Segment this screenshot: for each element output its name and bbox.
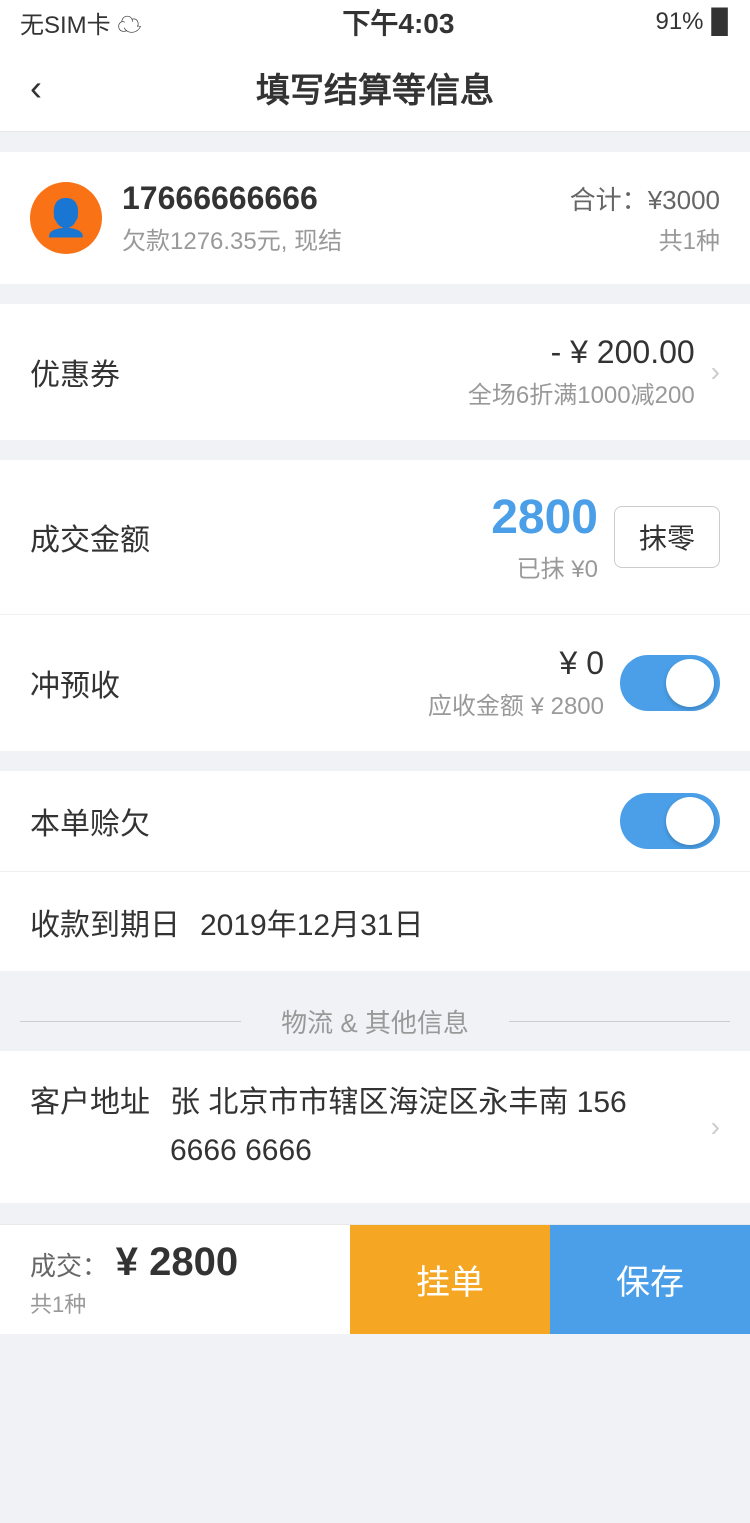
chong-value: ¥ 0: [428, 645, 604, 682]
customer-sub-info: 欠款1276.35元, 现结: [122, 221, 342, 256]
nav-bar: ‹ 填写结算等信息: [0, 44, 750, 132]
amount-value-wrap: 2800 已抹 ¥0: [491, 490, 598, 584]
round-off-button[interactable]: 抹零: [614, 506, 720, 568]
address-section[interactable]: 客户地址 张 北京市市辖区海淀区永丰南 156 6666 6666 ›: [0, 1051, 750, 1203]
status-right: 91% ▉: [655, 8, 730, 37]
bottom-label: 成交： ¥ 2800: [30, 1240, 320, 1285]
amount-sub: 已抹 ¥0: [491, 549, 598, 584]
address-value: 张 北京市市辖区海淀区永丰南 156 6666 6666: [170, 1079, 691, 1175]
coupon-chevron-icon: ›: [711, 356, 720, 388]
chong-toggle[interactable]: [620, 655, 720, 711]
status-time: 下午4:03: [342, 2, 454, 42]
bendi-label: 本单赊欠: [30, 799, 150, 843]
chong-label: 冲预收: [30, 661, 120, 705]
logistics-divider: 物流 & 其他信息: [0, 991, 750, 1051]
customer-right: 合计：¥3000 共1种: [570, 180, 720, 256]
amount-right: 2800 已抹 ¥0 抹零: [491, 490, 720, 584]
customer-info: 17666666666 欠款1276.35元, 现结: [122, 180, 342, 256]
coupon-right: - ¥ 200.00 全场6折满1000减200 ›: [468, 334, 720, 410]
page-title: 填写结算等信息: [256, 63, 494, 112]
bottom-buttons: 挂单 保存: [350, 1225, 750, 1334]
due-date-value: 2019年12月31日: [200, 900, 423, 944]
avatar-icon: 👤: [44, 197, 89, 239]
chong-sub: 应收金额 ¥ 2800: [428, 686, 604, 721]
coupon-row[interactable]: 优惠券 - ¥ 200.00 全场6折满1000减200 ›: [0, 304, 750, 440]
chong-row: 冲预收 ¥ 0 应收金额 ¥ 2800: [0, 615, 750, 751]
divider-1: [0, 440, 750, 460]
bendi-toggle[interactable]: [620, 793, 720, 849]
coupon-label: 优惠券: [30, 350, 120, 394]
address-label: 客户地址: [30, 1079, 150, 1127]
status-left: 无SIM卡 ☁: [20, 5, 141, 40]
amount-big: 2800: [491, 490, 598, 545]
amount-row: 成交金额 2800 已抹 ¥0 抹零: [0, 460, 750, 615]
total-count: 共1种: [570, 221, 720, 256]
total-value: ¥3000: [648, 185, 720, 215]
save-button[interactable]: 保存: [550, 1225, 750, 1334]
coupon-desc: 全场6折满1000减200: [468, 375, 695, 410]
due-date-label: 收款到期日: [30, 900, 180, 944]
sim-status: 无SIM卡 ☁: [20, 5, 141, 40]
chong-value-wrap: ¥ 0 应收金额 ¥ 2800: [428, 645, 604, 721]
bendi-section: 本单赊欠: [0, 771, 750, 871]
battery-status: 91%: [655, 8, 703, 36]
amount-section: 成交金额 2800 已抹 ¥0 抹零 冲预收 ¥ 0 应收金额 ¥ 2800: [0, 460, 750, 751]
hang-button[interactable]: 挂单: [350, 1225, 550, 1334]
coupon-section: 优惠券 - ¥ 200.00 全场6折满1000减200 ›: [0, 304, 750, 440]
divider-2: [0, 751, 750, 771]
address-chevron-icon: ›: [711, 1111, 720, 1143]
customer-card: 👤 17666666666 欠款1276.35元, 现结 合计：¥3000 共1…: [0, 152, 750, 284]
bottom-count: 共1种: [30, 1287, 320, 1319]
chong-right: ¥ 0 应收金额 ¥ 2800: [428, 645, 720, 721]
status-bar: 无SIM卡 ☁ 下午4:03 91% ▉: [0, 0, 750, 44]
battery-icon: ▉: [712, 8, 730, 37]
coupon-amount: - ¥ 200.00: [468, 334, 695, 371]
bottom-left: 成交： ¥ 2800 共1种: [0, 1240, 350, 1319]
customer-left: 👤 17666666666 欠款1276.35元, 现结: [30, 180, 342, 256]
avatar: 👤: [30, 182, 102, 254]
customer-phone: 17666666666: [122, 180, 342, 217]
back-button[interactable]: ‹: [30, 67, 42, 109]
bottom-bar: 成交： ¥ 2800 共1种 挂单 保存: [0, 1224, 750, 1334]
total-label: 合计：¥3000: [570, 180, 720, 217]
amount-label: 成交金额: [30, 515, 150, 559]
date-section: 收款到期日 2019年12月31日: [0, 871, 750, 971]
bottom-amount: ¥ 2800: [116, 1240, 238, 1284]
logistics-label: 物流 & 其他信息: [261, 1003, 489, 1040]
